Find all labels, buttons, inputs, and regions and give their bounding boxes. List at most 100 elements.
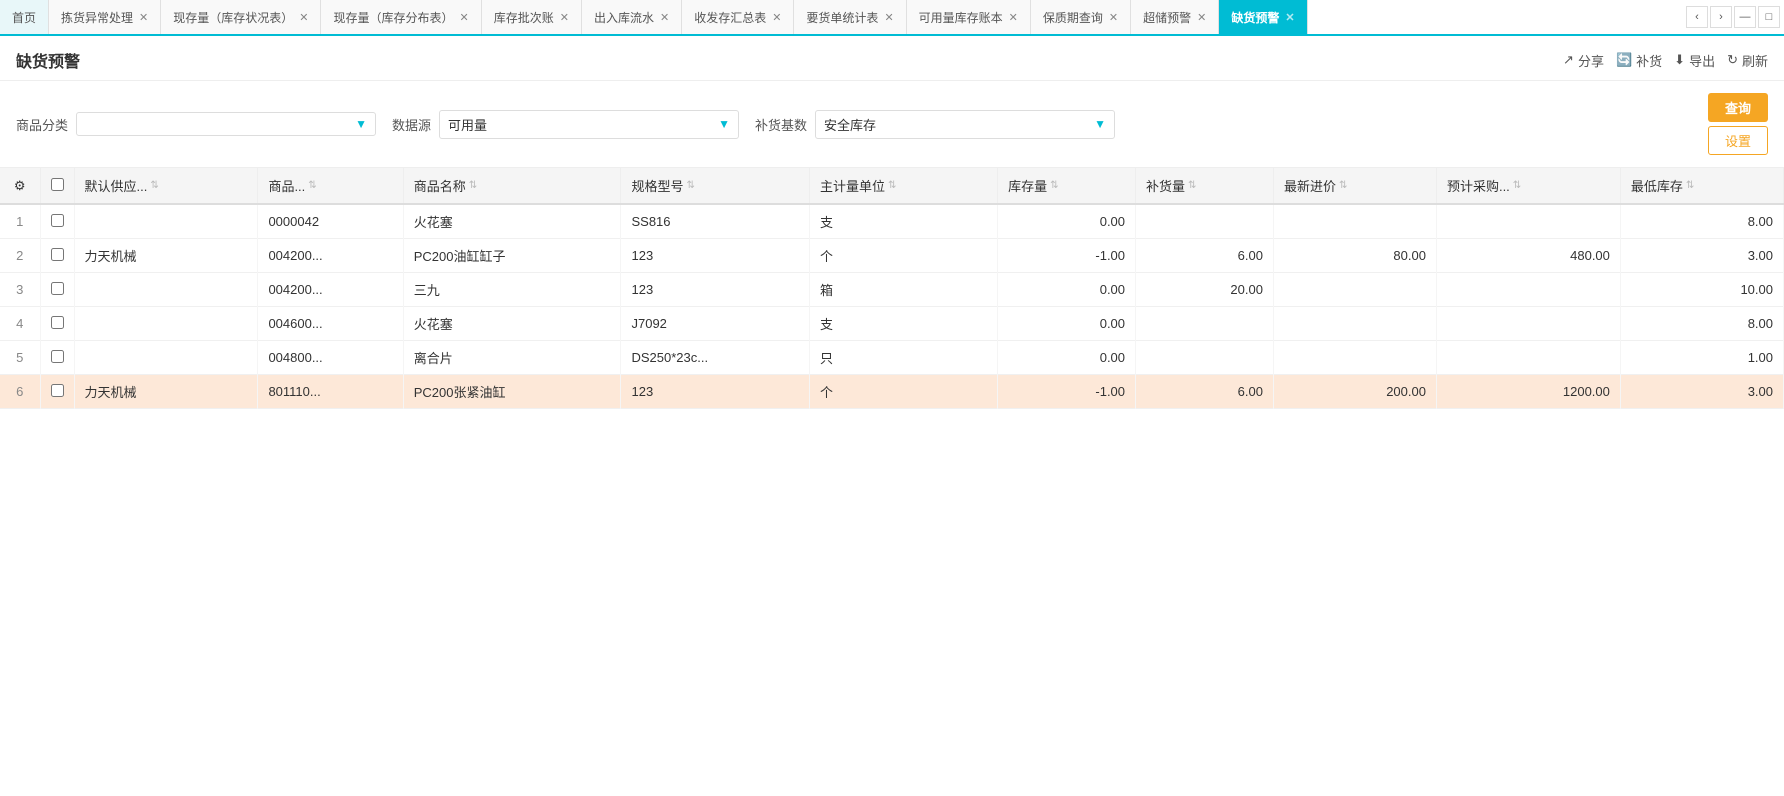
row-spec: 123 xyxy=(621,239,810,273)
table-header-row: ⚙ 默认供应... ⇅ 商品... xyxy=(0,168,1784,204)
th-checkbox[interactable] xyxy=(40,168,74,204)
shortage-table: ⚙ 默认供应... ⇅ 商品... xyxy=(0,168,1784,409)
row-supplier: 力天机械 xyxy=(74,375,258,409)
th-product-code[interactable]: 商品... ⇅ xyxy=(258,168,403,204)
tab-close-icon[interactable]: ✕ xyxy=(660,11,669,24)
tab-item-available-ledger[interactable]: 可用量库存账本 ✕ xyxy=(907,0,1031,34)
tab-item-inventory-status[interactable]: 现存量（库存状况表）✕ xyxy=(161,0,321,34)
th-estimated-purchase[interactable]: 预计采购... ⇅ xyxy=(1436,168,1620,204)
row-checkbox[interactable] xyxy=(51,282,64,295)
row-product-name: PC200张紧油缸 xyxy=(403,375,621,409)
tab-label: 拣货异常处理 xyxy=(61,9,133,26)
row-checkbox-cell[interactable] xyxy=(40,375,74,409)
row-product-name: 离合片 xyxy=(403,341,621,375)
row-spec: SS816 xyxy=(621,204,810,239)
row-checkbox[interactable] xyxy=(51,384,64,397)
row-latest-price: 80.00 xyxy=(1273,239,1436,273)
tab-item-shortage[interactable]: 缺货预警✕ xyxy=(1219,0,1307,34)
tab-item-batch[interactable]: 库存批次账✕ xyxy=(482,0,582,34)
row-checkbox-cell[interactable] xyxy=(40,204,74,239)
row-latest-price xyxy=(1273,341,1436,375)
row-product-code: 801110... xyxy=(258,375,403,409)
datasource-select[interactable]: 可用量 ▼ xyxy=(439,110,739,139)
tab-close-icon[interactable]: ✕ xyxy=(1109,11,1118,24)
gear-icon: ⚙ xyxy=(14,178,26,194)
th-default-supplier[interactable]: 默认供应... ⇅ xyxy=(74,168,258,204)
row-index: 3 xyxy=(0,273,40,307)
row-checkbox[interactable] xyxy=(51,316,64,329)
tab-label: 收发存汇总表 xyxy=(694,9,766,26)
tab-label: 可用量库存账本 xyxy=(919,9,1003,26)
th-spec[interactable]: 规格型号 ⇅ xyxy=(621,168,810,204)
tab-item-overstock[interactable]: 超储预警✕ xyxy=(1131,0,1219,34)
tab-item-inout-flow[interactable]: 出入库流水✕ xyxy=(582,0,682,34)
row-supplier xyxy=(74,307,258,341)
th-product-name[interactable]: 商品名称 ⇅ xyxy=(403,168,621,204)
tab-close-icon[interactable]: ✕ xyxy=(560,11,569,24)
row-checkbox[interactable] xyxy=(51,248,64,261)
tab-item-order-stats[interactable]: 要货单统计表✕ xyxy=(794,0,906,34)
row-checkbox-cell[interactable] xyxy=(40,341,74,375)
row-unit: 个 xyxy=(810,239,998,273)
row-latest-price xyxy=(1273,307,1436,341)
tab-close-icon[interactable]: ✕ xyxy=(460,11,469,24)
tab-close-icon[interactable]: ✕ xyxy=(299,11,308,24)
row-min-stock: 8.00 xyxy=(1620,204,1783,239)
th-min-stock[interactable]: 最低库存 ⇅ xyxy=(1620,168,1783,204)
th-settings[interactable]: ⚙ xyxy=(0,168,40,204)
tab-close-icon[interactable]: ✕ xyxy=(139,11,148,24)
query-button[interactable]: 查询 xyxy=(1708,93,1768,122)
tab-next-button[interactable]: › xyxy=(1710,6,1732,28)
row-spec: DS250*23c... xyxy=(621,341,810,375)
row-product-name: 火花塞 xyxy=(403,204,621,239)
row-checkbox-cell[interactable] xyxy=(40,307,74,341)
tab-item-exception[interactable]: 拣货异常处理 ✕ xyxy=(49,0,161,34)
row-spec: 123 xyxy=(621,273,810,307)
th-replenish-qty[interactable]: 补货量 ⇅ xyxy=(1136,168,1274,204)
datasource-chevron-icon: ▼ xyxy=(718,117,730,131)
th-stock[interactable]: 库存量 ⇅ xyxy=(998,168,1136,204)
row-unit: 个 xyxy=(810,375,998,409)
tab-item-expiry[interactable]: 保质期查询 ✕ xyxy=(1031,0,1131,34)
th-unit[interactable]: 主计量单位 ⇅ xyxy=(810,168,998,204)
tab-label: 保质期查询 xyxy=(1043,9,1103,26)
tab-close-icon[interactable]: ✕ xyxy=(884,11,893,24)
replenish-basis-value: 安全库存 xyxy=(824,115,876,134)
row-product-code: 004200... xyxy=(258,273,403,307)
replenish-basis-chevron-icon: ▼ xyxy=(1094,117,1106,131)
table-row: 4 004600... 火花塞 J7092 支 0.00 8.00 xyxy=(0,307,1784,341)
tab-close-icon[interactable]: ✕ xyxy=(1009,11,1018,24)
row-replenish-qty: 6.00 xyxy=(1136,375,1274,409)
row-checkbox[interactable] xyxy=(51,214,64,227)
row-checkbox[interactable] xyxy=(51,350,64,363)
tab-item-receive-summary[interactable]: 收发存汇总表 ✕ xyxy=(682,0,794,34)
category-label: 商品分类 xyxy=(16,115,68,134)
tab-maximize-button[interactable]: □ xyxy=(1758,6,1780,28)
refresh-button[interactable]: ↻ 刷新 xyxy=(1727,51,1768,70)
tab-item-inventory-dist[interactable]: 现存量（库存分布表）✕ xyxy=(321,0,481,34)
sort-icon-stock: ⇅ xyxy=(1050,180,1058,191)
row-latest-price xyxy=(1273,204,1436,239)
settings-button[interactable]: 设置 xyxy=(1708,126,1768,155)
replenish-icon: 🔄 xyxy=(1616,52,1632,68)
tab-close-icon[interactable]: ✕ xyxy=(1285,11,1294,24)
table-row: 2 力天机械 004200... PC200油缸缸子 123 个 -1.00 6… xyxy=(0,239,1784,273)
filter-bar: 商品分类 ▼ 数据源 可用量 ▼ 补货基数 安全库存 ▼ 查询 设置 xyxy=(0,81,1784,168)
replenish-button[interactable]: 🔄 补货 xyxy=(1616,51,1662,70)
th-latest-price[interactable]: 最新进价 ⇅ xyxy=(1273,168,1436,204)
tab-item-home[interactable]: 首页 xyxy=(0,0,49,34)
row-checkbox-cell[interactable] xyxy=(40,273,74,307)
tab-close-icon[interactable]: ✕ xyxy=(1197,11,1206,24)
category-select[interactable]: ▼ xyxy=(76,112,376,136)
select-all-checkbox[interactable] xyxy=(51,178,64,191)
export-button[interactable]: ⬇ 导出 xyxy=(1674,51,1715,70)
tab-prev-button[interactable]: ‹ xyxy=(1686,6,1708,28)
tab-minimize-button[interactable]: — xyxy=(1734,6,1756,28)
sort-icon-code: ⇅ xyxy=(308,180,316,191)
tab-close-icon[interactable]: ✕ xyxy=(772,11,781,24)
row-min-stock: 3.00 xyxy=(1620,375,1783,409)
replenish-basis-select[interactable]: 安全库存 ▼ xyxy=(815,110,1115,139)
share-button[interactable]: ↗ 分享 xyxy=(1563,51,1604,70)
row-checkbox-cell[interactable] xyxy=(40,239,74,273)
row-min-stock: 1.00 xyxy=(1620,341,1783,375)
